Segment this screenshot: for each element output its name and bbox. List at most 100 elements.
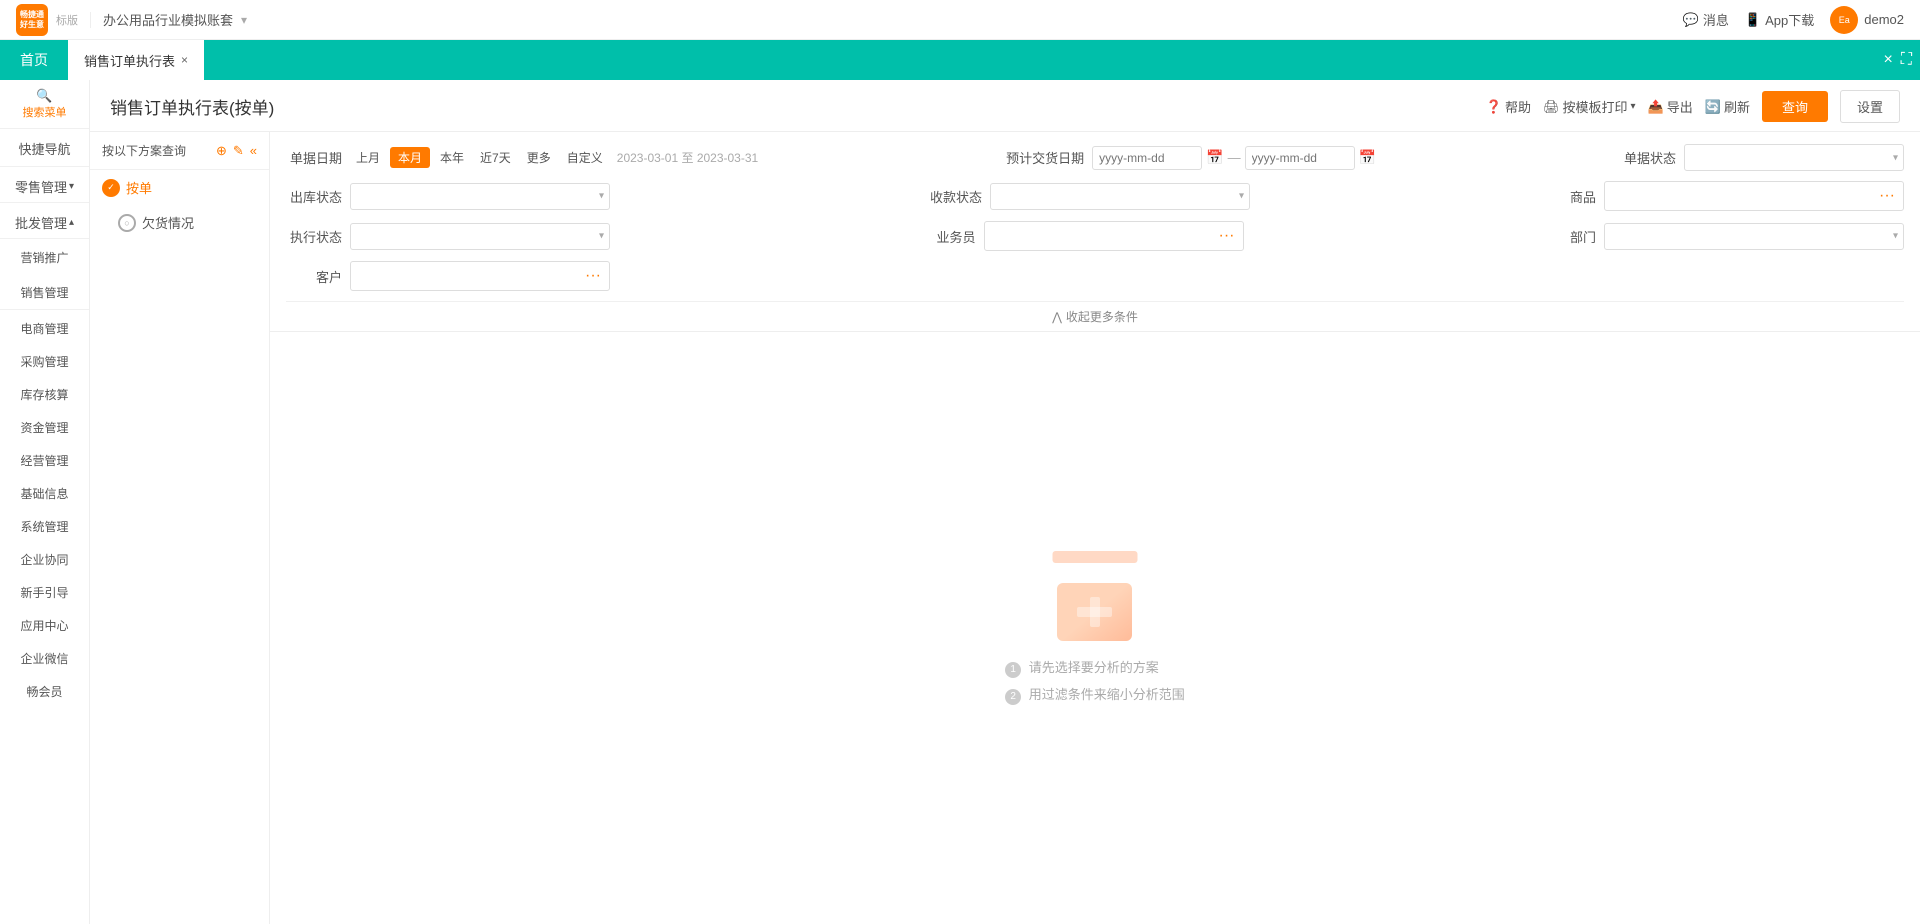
- doc-status-select[interactable]: [1684, 144, 1904, 171]
- goods-label: 商品: [1570, 187, 1596, 206]
- wholesale-arrow-icon: ▴: [69, 217, 74, 228]
- filter-add-icon[interactable]: ⊕: [216, 143, 227, 159]
- expected-date-inputs: 📅 — 📅: [1092, 146, 1376, 170]
- sidebar-item-ecommerce[interactable]: 电商管理: [0, 312, 89, 345]
- receipt-status-select-wrap: ▾: [990, 183, 1250, 210]
- tab-close-icon[interactable]: ×: [181, 53, 188, 67]
- expected-date-start[interactable]: [1092, 146, 1202, 170]
- dept-select[interactable]: [1604, 223, 1904, 250]
- page-header: 销售订单执行表(按单) ❓ 帮助 🖨 按模板打印 ▾ 📤 导出: [90, 80, 1920, 132]
- refresh-label: 刷新: [1724, 97, 1750, 116]
- sidebar-item-inventory[interactable]: 库存核算: [0, 378, 89, 411]
- refresh-btn[interactable]: 🔄 刷新: [1705, 97, 1750, 116]
- calendar-icon-start[interactable]: 📅: [1206, 149, 1223, 166]
- header-title-dropdown-icon[interactable]: ▾: [241, 13, 247, 27]
- sidebar-item-operation[interactable]: 经营管理: [0, 444, 89, 477]
- dept-label: 部门: [1570, 227, 1596, 246]
- filter-row-3: 执行状态 ▾ 业务员 ···: [286, 221, 1904, 251]
- filter-sidebar-icons: ⊕ ✎ «: [216, 143, 257, 159]
- full-content: 销售订单执行表(按单) ❓ 帮助 🖨 按模板打印 ▾ 📤 导出: [90, 80, 1920, 924]
- sidebar-item-purchase[interactable]: 采购管理: [0, 345, 89, 378]
- goods-dots-btn[interactable]: ···: [1879, 187, 1895, 205]
- filter-main-area: 单据日期 上月 本月 本年 近7天 更多 自定义 2023-03-01 至 20…: [270, 132, 1920, 924]
- message-btn[interactable]: 💬 消息: [1683, 10, 1729, 29]
- collapse-arrow-icon: ⋀: [1052, 310, 1062, 324]
- export-btn[interactable]: 📤 导出: [1648, 97, 1693, 116]
- date-more[interactable]: 更多: [521, 147, 557, 168]
- date-7days[interactable]: 近7天: [474, 147, 517, 168]
- sidebar-item-member[interactable]: 畅会员: [0, 675, 89, 708]
- out-status-select[interactable]: [350, 183, 610, 210]
- sidebar-item-system[interactable]: 系统管理: [0, 510, 89, 543]
- page-title: 销售订单执行表(按单): [110, 94, 274, 119]
- user-area[interactable]: Ea demo2: [1830, 6, 1904, 34]
- filter-edit-icon[interactable]: ✎: [233, 143, 244, 159]
- filter-option-by-order[interactable]: ✓ 按单: [90, 170, 269, 205]
- sidebar-label-basic: 基础信息: [20, 487, 68, 501]
- expected-date-end[interactable]: [1245, 146, 1355, 170]
- out-status-select-wrap: ▾: [350, 183, 610, 210]
- salesperson-input-wrap: ···: [984, 221, 1244, 251]
- search-button[interactable]: 查询: [1762, 91, 1828, 122]
- exec-status-select[interactable]: [350, 223, 610, 250]
- customer-dots-btn[interactable]: ···: [585, 267, 601, 285]
- exec-status-select-wrap: ▾: [350, 223, 610, 250]
- sidebar-item-newbie[interactable]: 新手引导: [0, 576, 89, 609]
- calendar-icon-end[interactable]: 📅: [1359, 149, 1376, 166]
- main-area: 🔍 搜索菜单 快捷导航 零售管理 ▾ 批发管理 ▴ 营销推广 销售管理 电商管理: [0, 80, 1920, 924]
- sidebar-item-finance[interactable]: 资金管理: [0, 411, 89, 444]
- salesperson-dots-btn[interactable]: ···: [1219, 227, 1235, 245]
- receipt-status-select[interactable]: [990, 183, 1250, 210]
- sidebar-search[interactable]: 🔍 搜索菜单: [0, 80, 89, 129]
- dept-select-wrap: ▾: [1604, 223, 1904, 250]
- date-prev-month[interactable]: 上月: [350, 147, 386, 168]
- user-avatar: Ea: [1830, 6, 1858, 34]
- filter-option-backorder-label: 欠货情况: [142, 213, 194, 232]
- window-expand-icon[interactable]: ⛶: [1901, 51, 1912, 69]
- customer-input-wrap: ···: [350, 261, 610, 291]
- filter-option-by-order-label: 按单: [126, 178, 152, 197]
- filter-option-backorder[interactable]: ○ 欠货情况: [90, 205, 269, 240]
- sidebar-item-marketing[interactable]: 营销推广: [0, 241, 89, 274]
- top-header: 畅捷通好生意 标版 办公用品行业模拟账套 ▾ 💬 消息 📱 App下载 Ea d…: [0, 0, 1920, 40]
- sidebar-label-operation: 经营管理: [20, 454, 68, 468]
- setting-button[interactable]: 设置: [1840, 90, 1900, 123]
- sidebar-item-enterprise[interactable]: 企业协同: [0, 543, 89, 576]
- collapse-bar[interactable]: ⋀ 收起更多条件: [286, 301, 1904, 331]
- export-label: 导出: [1667, 97, 1693, 116]
- app-download-btn[interactable]: 📱 App下载: [1745, 10, 1814, 29]
- sidebar-item-retail[interactable]: 零售管理 ▾: [0, 171, 89, 203]
- sidebar-label-system: 系统管理: [20, 520, 68, 534]
- filter-collapse-icon[interactable]: «: [250, 143, 257, 159]
- tab-sales-exec[interactable]: 销售订单执行表 ×: [68, 40, 204, 80]
- sidebar-label-wechat: 企业微信: [20, 652, 68, 666]
- date-custom[interactable]: 自定义: [561, 147, 609, 168]
- date-current-month[interactable]: 本月: [390, 147, 430, 168]
- empty-step1: 1 请先选择要分析的方案: [1005, 657, 1185, 678]
- print-icon: 🖨: [1543, 99, 1560, 115]
- collapse-label: 收起更多条件: [1066, 308, 1138, 325]
- app-logo: 畅捷通好生意: [16, 4, 48, 36]
- tab-home[interactable]: 首页: [0, 40, 68, 80]
- goods-input[interactable]: [1613, 189, 1879, 204]
- sidebar-label-purchase: 采购管理: [20, 355, 68, 369]
- sidebar-label-member: 畅会员: [26, 685, 62, 699]
- sidebar-item-wholesale[interactable]: 批发管理 ▴: [0, 207, 89, 239]
- refresh-icon: 🔄: [1705, 99, 1721, 115]
- window-close-icon[interactable]: ×: [1883, 51, 1892, 69]
- sidebar-label-inventory: 库存核算: [20, 388, 68, 402]
- sidebar-item-wechat[interactable]: 企业微信: [0, 642, 89, 675]
- sidebar-item-basic[interactable]: 基础信息: [0, 477, 89, 510]
- help-btn[interactable]: ❓ 帮助: [1486, 97, 1531, 116]
- print-btn[interactable]: 🖨 按模板打印 ▾: [1543, 97, 1636, 116]
- sidebar-item-appcenter[interactable]: 应用中心: [0, 609, 89, 642]
- date-filter-group: 上月 本月 本年 近7天 更多 自定义: [350, 147, 609, 168]
- customer-input[interactable]: [359, 269, 585, 284]
- goods-input-wrap: ···: [1604, 181, 1904, 211]
- receipt-status-label: 收款状态: [930, 187, 982, 206]
- salesperson-input[interactable]: [993, 229, 1219, 244]
- sidebar-item-sales[interactable]: 销售管理: [0, 276, 89, 310]
- sidebar-quick-nav[interactable]: 快捷导航: [0, 131, 89, 167]
- date-this-year[interactable]: 本年: [434, 147, 470, 168]
- salesperson-label: 业务员: [936, 227, 975, 246]
